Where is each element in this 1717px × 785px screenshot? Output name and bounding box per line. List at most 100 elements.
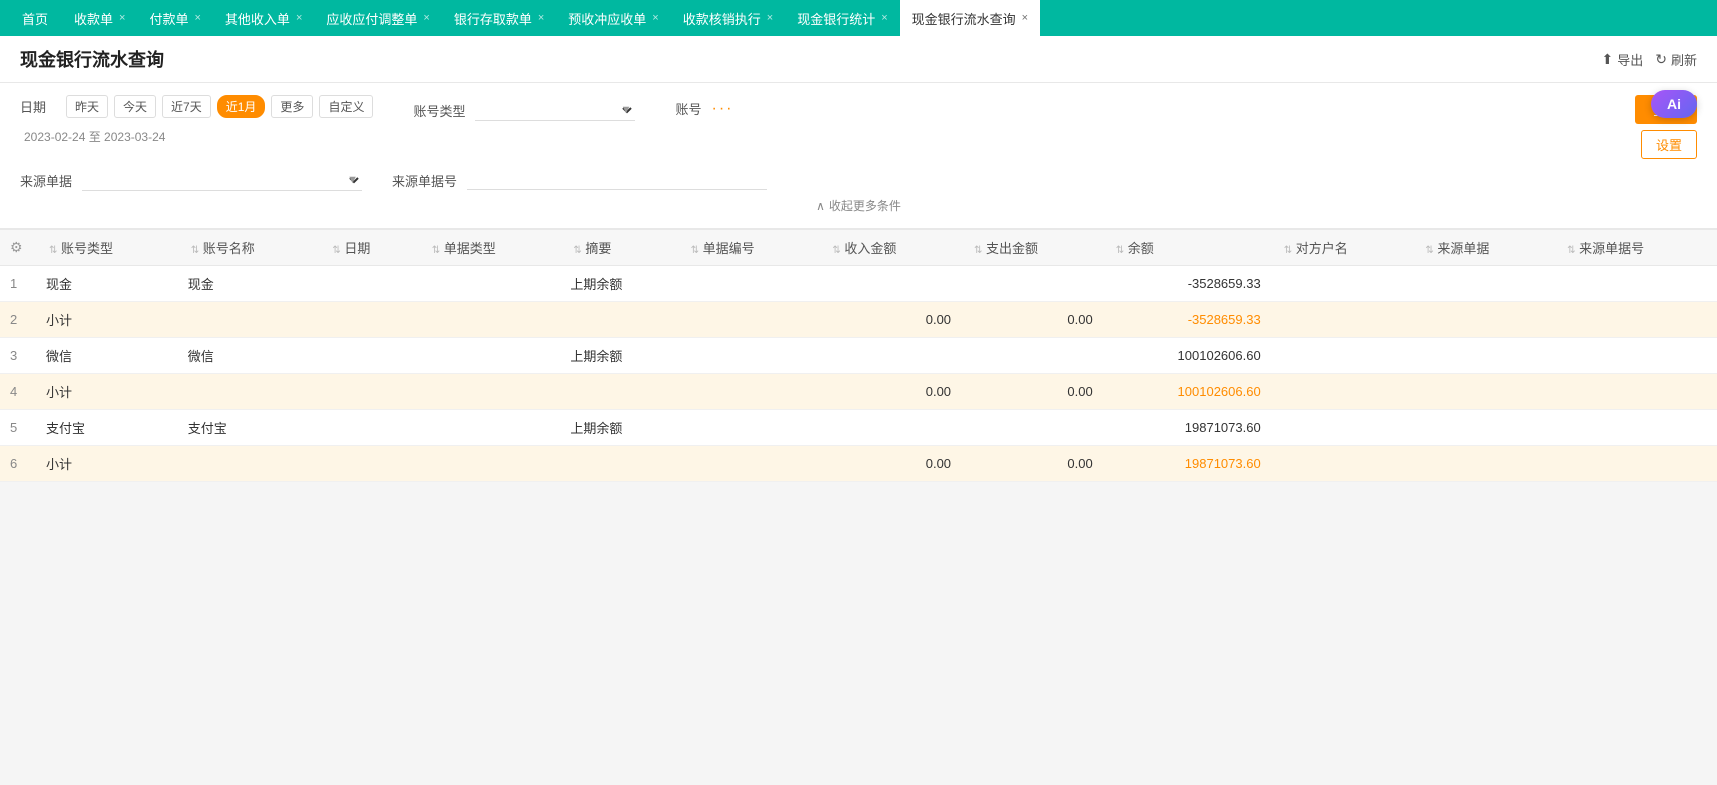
cell-expense: 0.00 [961, 302, 1103, 338]
cell-account-name: 支付宝 [178, 410, 320, 446]
cell-income [819, 410, 961, 446]
page-header: 现金银行流水查询 ⬆ 导出 ↻ 刷新 [0, 36, 1717, 83]
cell-source-doc [1412, 302, 1554, 338]
cell-doc-type [419, 446, 561, 482]
cell-doc-no [678, 266, 820, 302]
settings-button[interactable]: 设置 [1641, 130, 1697, 159]
cell-summary: 上期余额 [560, 410, 677, 446]
date-btn-more[interactable]: 更多 [271, 95, 313, 118]
row-num: 5 [0, 410, 36, 446]
account-type-select[interactable] [475, 99, 635, 121]
table-area: ⚙ ⇅ 账号类型 ⇅ 账号名称 ⇅ 日期 ⇅ 单据类型 [0, 229, 1717, 482]
nav-tab-4[interactable]: 银行存取款单 × [442, 0, 556, 36]
date-btn-today[interactable]: 今天 [114, 95, 156, 118]
cell-counterpart [1271, 338, 1413, 374]
close-icon-7[interactable]: × [881, 12, 887, 24]
export-button[interactable]: ⬆ 导出 [1602, 50, 1644, 69]
cell-summary: 上期余额 [560, 266, 677, 302]
cell-doc-type [419, 410, 561, 446]
date-btn-7days[interactable]: 近7天 [162, 95, 211, 118]
nav-tab-2[interactable]: 其他收入单 × [213, 0, 314, 36]
cell-counterpart [1271, 374, 1413, 410]
col-doc-type: ⇅ 单据类型 [419, 230, 561, 266]
cell-summary [560, 374, 677, 410]
sort-icon: ⇅ [191, 245, 199, 256]
account-type-label: 账号类型 [413, 101, 465, 120]
nav-home[interactable]: 首页 [8, 0, 62, 36]
ai-button[interactable]: Ai [1651, 90, 1697, 118]
source-doc-label: 来源单据 [20, 171, 72, 190]
nav-tab-0[interactable]: 收款单 × [62, 0, 137, 36]
nav-tab-5[interactable]: 预收冲应收单 × [556, 0, 670, 36]
cell-counterpart [1271, 302, 1413, 338]
table-row: 2 小计 0.00 0.00 -3528659.33 [0, 302, 1717, 338]
col-summary: ⇅ 摘要 [560, 230, 677, 266]
cell-source-doc [1412, 266, 1554, 302]
cell-date [319, 302, 418, 338]
refresh-button[interactable]: ↻ 刷新 [1655, 50, 1697, 69]
sort-icon: ⇅ [432, 245, 440, 256]
refresh-icon: ↻ [1655, 51, 1667, 68]
cell-source-doc-no [1554, 338, 1717, 374]
cell-account-type: 微信 [36, 338, 178, 374]
sort-icon: ⇅ [1116, 245, 1124, 256]
cell-counterpart [1271, 446, 1413, 482]
close-icon-4[interactable]: × [538, 12, 544, 24]
cell-income: 0.00 [819, 446, 961, 482]
close-icon-8[interactable]: × [1022, 12, 1028, 24]
chevron-up-icon: ∧ [816, 199, 825, 213]
cell-account-type: 小计 [36, 446, 178, 482]
date-btn-yesterday[interactable]: 昨天 [66, 95, 108, 118]
col-source-doc: ⇅ 来源单据 [1412, 230, 1554, 266]
close-icon-5[interactable]: × [652, 12, 658, 24]
account-label: 账号 [675, 99, 701, 118]
sort-icon: ⇅ [332, 245, 340, 256]
close-icon-3[interactable]: × [423, 12, 429, 24]
cell-balance: 100102606.60 [1103, 374, 1271, 410]
cell-doc-no [678, 410, 820, 446]
nav-tab-1[interactable]: 付款单 × [137, 0, 212, 36]
cell-summary: 上期余额 [560, 338, 677, 374]
cell-source-doc-no [1554, 446, 1717, 482]
col-account-name: ⇅ 账号名称 [178, 230, 320, 266]
table-row: 6 小计 0.00 0.00 19871073.60 [0, 446, 1717, 482]
cell-doc-no [678, 302, 820, 338]
account-dots-button[interactable]: ··· [711, 100, 733, 118]
cell-income [819, 266, 961, 302]
sort-icon: ⇅ [974, 245, 982, 256]
cell-account-name [178, 302, 320, 338]
close-icon-6[interactable]: × [767, 12, 773, 24]
cell-income [819, 338, 961, 374]
close-icon-1[interactable]: × [194, 12, 200, 24]
source-doc-select-wrapper: ▼ [82, 169, 362, 191]
cell-expense: 0.00 [961, 374, 1103, 410]
table-row: 3 微信 微信 上期余额 100102606.60 [0, 338, 1717, 374]
table-header-row: ⚙ ⇅ 账号类型 ⇅ 账号名称 ⇅ 日期 ⇅ 单据类型 [0, 230, 1717, 266]
cell-balance: -3528659.33 [1103, 302, 1271, 338]
sort-icon: ⇅ [1284, 245, 1292, 256]
cell-doc-no [678, 446, 820, 482]
date-btn-custom[interactable]: 自定义 [319, 95, 373, 118]
gear-icon[interactable]: ⚙ [10, 239, 23, 255]
date-btn-1month[interactable]: 近1月 [217, 95, 266, 118]
table-row: 4 小计 0.00 0.00 100102606.60 [0, 374, 1717, 410]
cell-date [319, 446, 418, 482]
collapse-bar[interactable]: ∧ 收起更多条件 [20, 191, 1697, 216]
col-source-doc-no: ⇅ 来源单据号 [1554, 230, 1717, 266]
cell-expense [961, 338, 1103, 374]
cell-source-doc [1412, 338, 1554, 374]
row-num: 3 [0, 338, 36, 374]
nav-tab-6[interactable]: 收款核销执行 × [671, 0, 785, 36]
col-income: ⇅ 收入金额 [819, 230, 961, 266]
source-doc-num-input[interactable] [467, 170, 767, 190]
close-icon-2[interactable]: × [296, 12, 302, 24]
cell-source-doc-no [1554, 302, 1717, 338]
table-body: 1 现金 现金 上期余额 -3528659.33 2 小计 0.00 0.00 … [0, 266, 1717, 482]
close-icon-0[interactable]: × [119, 12, 125, 24]
nav-tab-3[interactable]: 应收应付调整单 × [314, 0, 441, 36]
nav-tab-8[interactable]: 现金银行流水查询 × [900, 0, 1040, 36]
cell-expense: 0.00 [961, 446, 1103, 482]
cell-account-name: 现金 [178, 266, 320, 302]
source-doc-select[interactable] [82, 169, 362, 191]
nav-tab-7[interactable]: 现金银行统计 × [785, 0, 899, 36]
